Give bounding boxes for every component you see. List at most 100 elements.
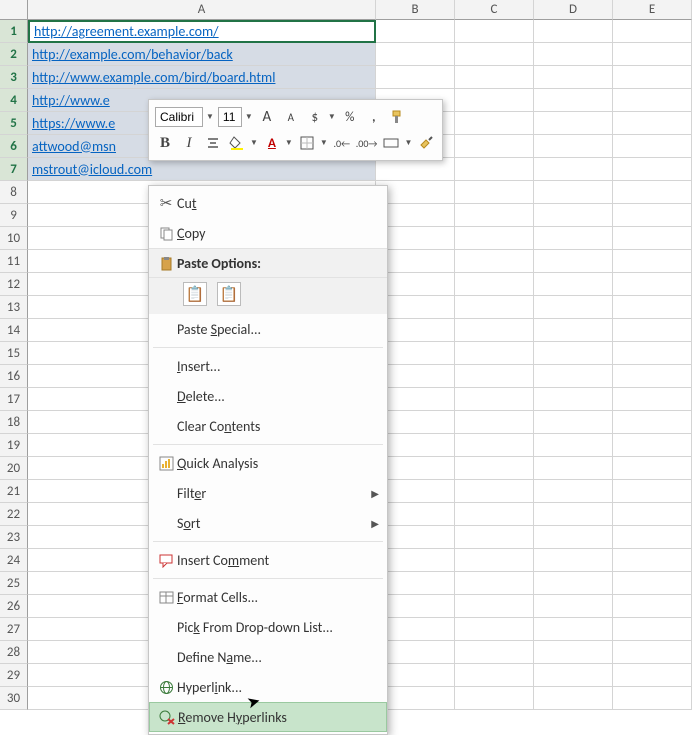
menu-sort[interactable]: Sort ▶	[149, 508, 387, 538]
cell-c22[interactable]	[455, 503, 534, 526]
cell-d24[interactable]	[534, 549, 613, 572]
cell-b1[interactable]	[376, 20, 455, 43]
menu-remove-hyperlinks[interactable]: Remove Hyperlinks	[149, 702, 387, 732]
row-header-12[interactable]: 12	[0, 273, 28, 296]
row-header-20[interactable]: 20	[0, 457, 28, 480]
hyperlink-text[interactable]: attwood@msn	[32, 138, 116, 155]
row-header-9[interactable]: 9	[0, 204, 28, 227]
cell-d18[interactable]	[534, 411, 613, 434]
col-header-d[interactable]: D	[534, 0, 613, 20]
cell-e2[interactable]	[613, 43, 692, 66]
cell-e18[interactable]	[613, 411, 692, 434]
cell-e30[interactable]	[613, 687, 692, 710]
row-header-27[interactable]: 27	[0, 618, 28, 641]
cell-d29[interactable]	[534, 664, 613, 687]
cell-c2[interactable]	[455, 43, 534, 66]
cell-c12[interactable]	[455, 273, 534, 296]
cell-c10[interactable]	[455, 227, 534, 250]
font-name-input[interactable]	[155, 107, 203, 127]
row-header-13[interactable]: 13	[0, 296, 28, 319]
cell-d9[interactable]	[534, 204, 613, 227]
borders-button[interactable]	[297, 133, 317, 153]
paste-values-button[interactable]: 📋	[217, 282, 241, 306]
cell-e7[interactable]	[613, 158, 692, 181]
cell-e3[interactable]	[613, 66, 692, 89]
cell-e21[interactable]	[613, 480, 692, 503]
menu-define-name[interactable]: Define Name...	[149, 642, 387, 672]
menu-clear-contents[interactable]: Clear Contents	[149, 411, 387, 441]
cell-d28[interactable]	[534, 641, 613, 664]
cell-c6[interactable]	[455, 135, 534, 158]
cell-e24[interactable]	[613, 549, 692, 572]
row-header-25[interactable]: 25	[0, 572, 28, 595]
cell-c25[interactable]	[455, 572, 534, 595]
col-header-c[interactable]: C	[455, 0, 534, 20]
cell-d14[interactable]	[534, 319, 613, 342]
cell-c27[interactable]	[455, 618, 534, 641]
merge-dropdown-icon[interactable]: ▼	[404, 138, 412, 148]
cell-c23[interactable]	[455, 526, 534, 549]
cell-c8[interactable]	[455, 181, 534, 204]
cell-d8[interactable]	[534, 181, 613, 204]
cell-b3[interactable]	[376, 66, 455, 89]
row-header-1[interactable]: 1	[0, 20, 28, 43]
merge-center-button[interactable]	[381, 133, 401, 153]
cell-d19[interactable]	[534, 434, 613, 457]
menu-insert-comment[interactable]: Insert Comment	[149, 545, 387, 575]
format-painter-button[interactable]	[388, 107, 408, 127]
col-header-b[interactable]: B	[376, 0, 455, 20]
cell-e25[interactable]	[613, 572, 692, 595]
row-header-26[interactable]: 26	[0, 595, 28, 618]
cell-d1[interactable]	[534, 20, 613, 43]
cell-d6[interactable]	[534, 135, 613, 158]
cell-d21[interactable]	[534, 480, 613, 503]
cell-d27[interactable]	[534, 618, 613, 641]
currency-dropdown-icon[interactable]: ▼	[328, 112, 336, 122]
hyperlink-text[interactable]: http://example.com/behavior/back	[32, 46, 233, 63]
cell-d25[interactable]	[534, 572, 613, 595]
menu-insert[interactable]: Insert...	[149, 351, 387, 381]
cell-c3[interactable]	[455, 66, 534, 89]
hyperlink-text[interactable]: mstrout@icloud.com	[32, 161, 152, 178]
cell-b2[interactable]	[376, 43, 455, 66]
cell-e1[interactable]	[613, 20, 692, 43]
cell-c9[interactable]	[455, 204, 534, 227]
font-size-dropdown-icon[interactable]: ▼	[245, 112, 253, 122]
row-header-15[interactable]: 15	[0, 342, 28, 365]
cell-d22[interactable]	[534, 503, 613, 526]
row-header-5[interactable]: 5	[0, 112, 28, 135]
fill-color-dropdown-icon[interactable]: ▼	[250, 138, 258, 148]
cell-e17[interactable]	[613, 388, 692, 411]
menu-hyperlink[interactable]: Hyperlink...	[149, 672, 387, 702]
cell-e14[interactable]	[613, 319, 692, 342]
row-header-29[interactable]: 29	[0, 664, 28, 687]
cell-e23[interactable]	[613, 526, 692, 549]
row-header-24[interactable]: 24	[0, 549, 28, 572]
cell-e19[interactable]	[613, 434, 692, 457]
row-header-21[interactable]: 21	[0, 480, 28, 503]
row-header-18[interactable]: 18	[0, 411, 28, 434]
cell-a2[interactable]: http://example.com/behavior/back	[28, 43, 376, 66]
cell-d13[interactable]	[534, 296, 613, 319]
font-color-dropdown-icon[interactable]: ▼	[285, 138, 293, 148]
increase-font-button[interactable]: A	[257, 107, 277, 127]
cell-d5[interactable]	[534, 112, 613, 135]
row-header-8[interactable]: 8	[0, 181, 28, 204]
cell-e26[interactable]	[613, 595, 692, 618]
cell-c4[interactable]	[455, 89, 534, 112]
menu-pick-dropdown[interactable]: Pick From Drop-down List...	[149, 612, 387, 642]
row-header-2[interactable]: 2	[0, 43, 28, 66]
cell-c5[interactable]	[455, 112, 534, 135]
col-header-e[interactable]: E	[613, 0, 692, 20]
hyperlink-text[interactable]: http://www.e	[32, 92, 110, 109]
cell-d3[interactable]	[534, 66, 613, 89]
bold-button[interactable]: B	[155, 133, 175, 153]
cell-e16[interactable]	[613, 365, 692, 388]
cell-d10[interactable]	[534, 227, 613, 250]
row-header-17[interactable]: 17	[0, 388, 28, 411]
row-header-11[interactable]: 11	[0, 250, 28, 273]
row-header-23[interactable]: 23	[0, 526, 28, 549]
cell-e29[interactable]	[613, 664, 692, 687]
cell-e12[interactable]	[613, 273, 692, 296]
cell-e10[interactable]	[613, 227, 692, 250]
